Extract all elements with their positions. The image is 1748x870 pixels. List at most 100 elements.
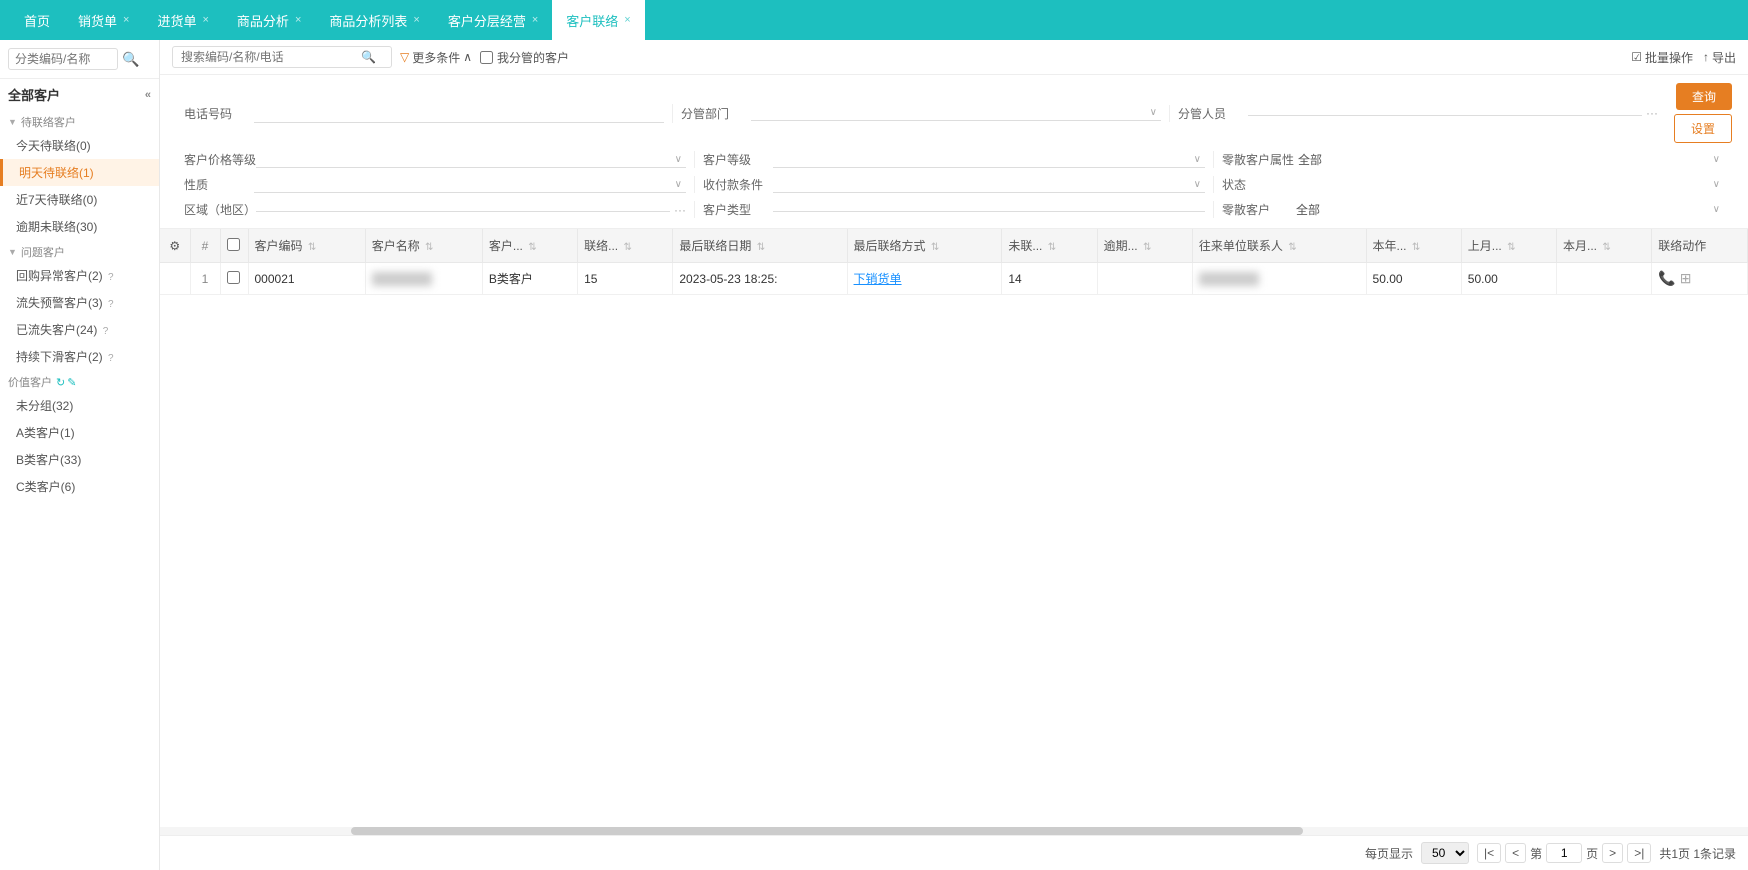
sidebar-item-class-a[interactable]: A类客户(1) (0, 419, 159, 446)
sidebar-item-tomorrow[interactable]: 明天待联络(1) (0, 159, 159, 186)
filter-manager-select[interactable] (1248, 111, 1642, 116)
sidebar-search-input[interactable] (8, 48, 118, 70)
sidebar-item-class-b[interactable]: B类客户(33) (0, 446, 159, 473)
filter-phone-input[interactable] (254, 104, 664, 123)
sidebar-item-class-c[interactable]: C类客户(6) (0, 473, 159, 500)
edit-icon[interactable]: ✎ (67, 376, 76, 389)
td-last-method[interactable]: 下销货单 (847, 263, 1002, 295)
sort-icon: ⇅ (1143, 242, 1151, 253)
filter-manager-dots[interactable]: ··· (1646, 106, 1658, 120)
query-button[interactable]: 查询 (1676, 83, 1732, 110)
filter-manager-label: 分管人员 (1178, 105, 1248, 122)
th-this-year[interactable]: 本年... ⇅ (1366, 229, 1461, 263)
th-checkbox[interactable] (220, 229, 248, 263)
th-last-method[interactable]: 最后联络方式 ⇅ (847, 229, 1002, 263)
horizontal-scrollbar[interactable] (160, 827, 1748, 835)
filter-payment-select[interactable]: ∨ (773, 177, 1205, 193)
filter-region: 区域（地区） ··· (176, 201, 695, 218)
sidebar-item-churned[interactable]: 已流失客户(24) ? (0, 316, 159, 343)
sidebar-item-today[interactable]: 今天待联络(0) (0, 132, 159, 159)
td-checkbox[interactable] (220, 263, 248, 295)
sidebar-search-icon[interactable]: 🔍 (122, 51, 139, 68)
top-nav: 首页 销货单 × 进货单 × 商品分析 × 商品分析列表 × 客户分层经营 × … (0, 0, 1748, 40)
scrollbar-thumb[interactable] (351, 827, 1304, 835)
filter-region-dots[interactable]: ··· (674, 203, 686, 217)
th-contacts[interactable]: 联络... ⇅ (578, 229, 673, 263)
filter-btn-group: 查询 设置 (1666, 83, 1732, 143)
my-customers-check-input[interactable] (480, 51, 493, 64)
select-all-checkbox[interactable] (227, 238, 240, 251)
nav-item-product-analysis[interactable]: 商品分析 × (223, 0, 315, 40)
my-customers-checkbox[interactable]: 我分管的客户 (480, 49, 569, 66)
filter-retail-customer-select[interactable]: 全部 ∨ (1292, 199, 1724, 220)
content-area: 🔍 ▽ 更多条件 ∧ 我分管的客户 ☑ 批量操作 ↑ 导出 (160, 40, 1748, 870)
filter-status-select[interactable]: ∨ (1292, 177, 1724, 192)
next-page-btn[interactable]: > (1602, 843, 1623, 863)
close-icon[interactable]: × (295, 14, 301, 26)
filter-customer-level-select[interactable]: ∨ (773, 152, 1205, 168)
grid-icon[interactable]: ⊞ (1680, 270, 1692, 287)
th-name[interactable]: 客户名称 ⇅ (365, 229, 482, 263)
close-icon[interactable]: × (624, 14, 630, 26)
filter-more-btn[interactable]: ▽ 更多条件 ∧ (400, 49, 472, 66)
nav-home[interactable]: 首页 (10, 0, 64, 40)
th-gear[interactable]: ⚙ (160, 229, 190, 263)
page-input[interactable] (1546, 843, 1582, 863)
prev-page-btn[interactable]: < (1505, 843, 1526, 863)
close-icon[interactable]: × (413, 14, 419, 26)
th-not-contacted[interactable]: 未联... ⇅ (1002, 229, 1097, 263)
set-button[interactable]: 设置 (1674, 114, 1732, 143)
sidebar-item-declining[interactable]: 持续下滑客户(2) ? (0, 343, 159, 370)
sidebar-item-7days[interactable]: 近7天待联络(0) (0, 186, 159, 213)
sort-icon: ⇅ (1602, 242, 1610, 253)
td-gear (160, 263, 190, 295)
th-code[interactable]: 客户编码 ⇅ (248, 229, 365, 263)
filter-retail-attr-select[interactable]: 全部 ∨ (1294, 149, 1724, 170)
filter-price-select[interactable]: ∨ (256, 152, 686, 168)
sidebar-item-churn-warning[interactable]: 流失预警客户(3) ? (0, 289, 159, 316)
th-contact-person[interactable]: 往来单位联系人 ⇅ (1192, 229, 1366, 263)
filter-dept: 分管部门 ∨ (673, 105, 1170, 122)
search-icon[interactable]: 🔍 (361, 50, 376, 64)
phone-icon[interactable]: 📞 (1658, 270, 1675, 287)
filter-status-label: 状态 (1222, 176, 1292, 193)
last-method-link[interactable]: 下销货单 (854, 272, 902, 286)
td-name (365, 263, 482, 295)
sidebar-item-ungrouped[interactable]: 未分组(32) (0, 392, 159, 419)
first-page-btn[interactable]: |< (1477, 843, 1501, 863)
nav-item-product-analysis-list[interactable]: 商品分析列表 × (315, 0, 433, 40)
td-this-month (1557, 263, 1652, 295)
th-last-date[interactable]: 最后联络日期 ⇅ (673, 229, 847, 263)
close-icon[interactable]: × (123, 14, 129, 26)
sidebar-all-customers[interactable]: 全部客户 « (0, 79, 159, 110)
nav-item-customer-tier[interactable]: 客户分层经营 × (434, 0, 552, 40)
filter-customer-type-select[interactable] (773, 207, 1205, 212)
nav-item-sales[interactable]: 销货单 × (64, 0, 143, 40)
help-icon: ? (103, 326, 109, 337)
page-size-select[interactable]: 50 (1421, 842, 1469, 864)
refresh-icon[interactable]: ↻ (56, 376, 65, 389)
th-type[interactable]: 客户... ⇅ (482, 229, 577, 263)
nav-item-purchase[interactable]: 进货单 × (143, 0, 222, 40)
search-input[interactable] (181, 50, 361, 64)
nav-item-customer-contact[interactable]: 客户联络 × (552, 0, 644, 40)
filter-gender-select[interactable]: ∨ (254, 177, 686, 193)
last-page-btn[interactable]: >| (1627, 843, 1651, 863)
td-not-contacted: 14 (1002, 263, 1097, 295)
batch-op-btn[interactable]: ☑ 批量操作 (1631, 49, 1693, 66)
filter-customer-level-label: 客户等级 (703, 151, 773, 168)
sidebar-item-overdue[interactable]: 逾期未联络(30) (0, 213, 159, 240)
page-label: 第 (1530, 845, 1542, 862)
th-overdue[interactable]: 逾期... ⇅ (1097, 229, 1192, 263)
th-this-month[interactable]: 本月... ⇅ (1557, 229, 1652, 263)
row-checkbox[interactable] (227, 271, 240, 284)
close-icon[interactable]: × (532, 14, 538, 26)
filter-dept-select[interactable]: ∨ (751, 105, 1161, 121)
sidebar-item-repurchase-abnormal[interactable]: 回购异常客户(2) ? (0, 262, 159, 289)
close-icon[interactable]: × (202, 14, 208, 26)
filter-region-select[interactable] (256, 207, 670, 212)
th-last-month[interactable]: 上月... ⇅ (1461, 229, 1556, 263)
filter-customer-type: 客户类型 (695, 201, 1214, 218)
export-btn[interactable]: ↑ 导出 (1703, 49, 1736, 66)
sort-icon: ⇅ (1507, 242, 1515, 253)
